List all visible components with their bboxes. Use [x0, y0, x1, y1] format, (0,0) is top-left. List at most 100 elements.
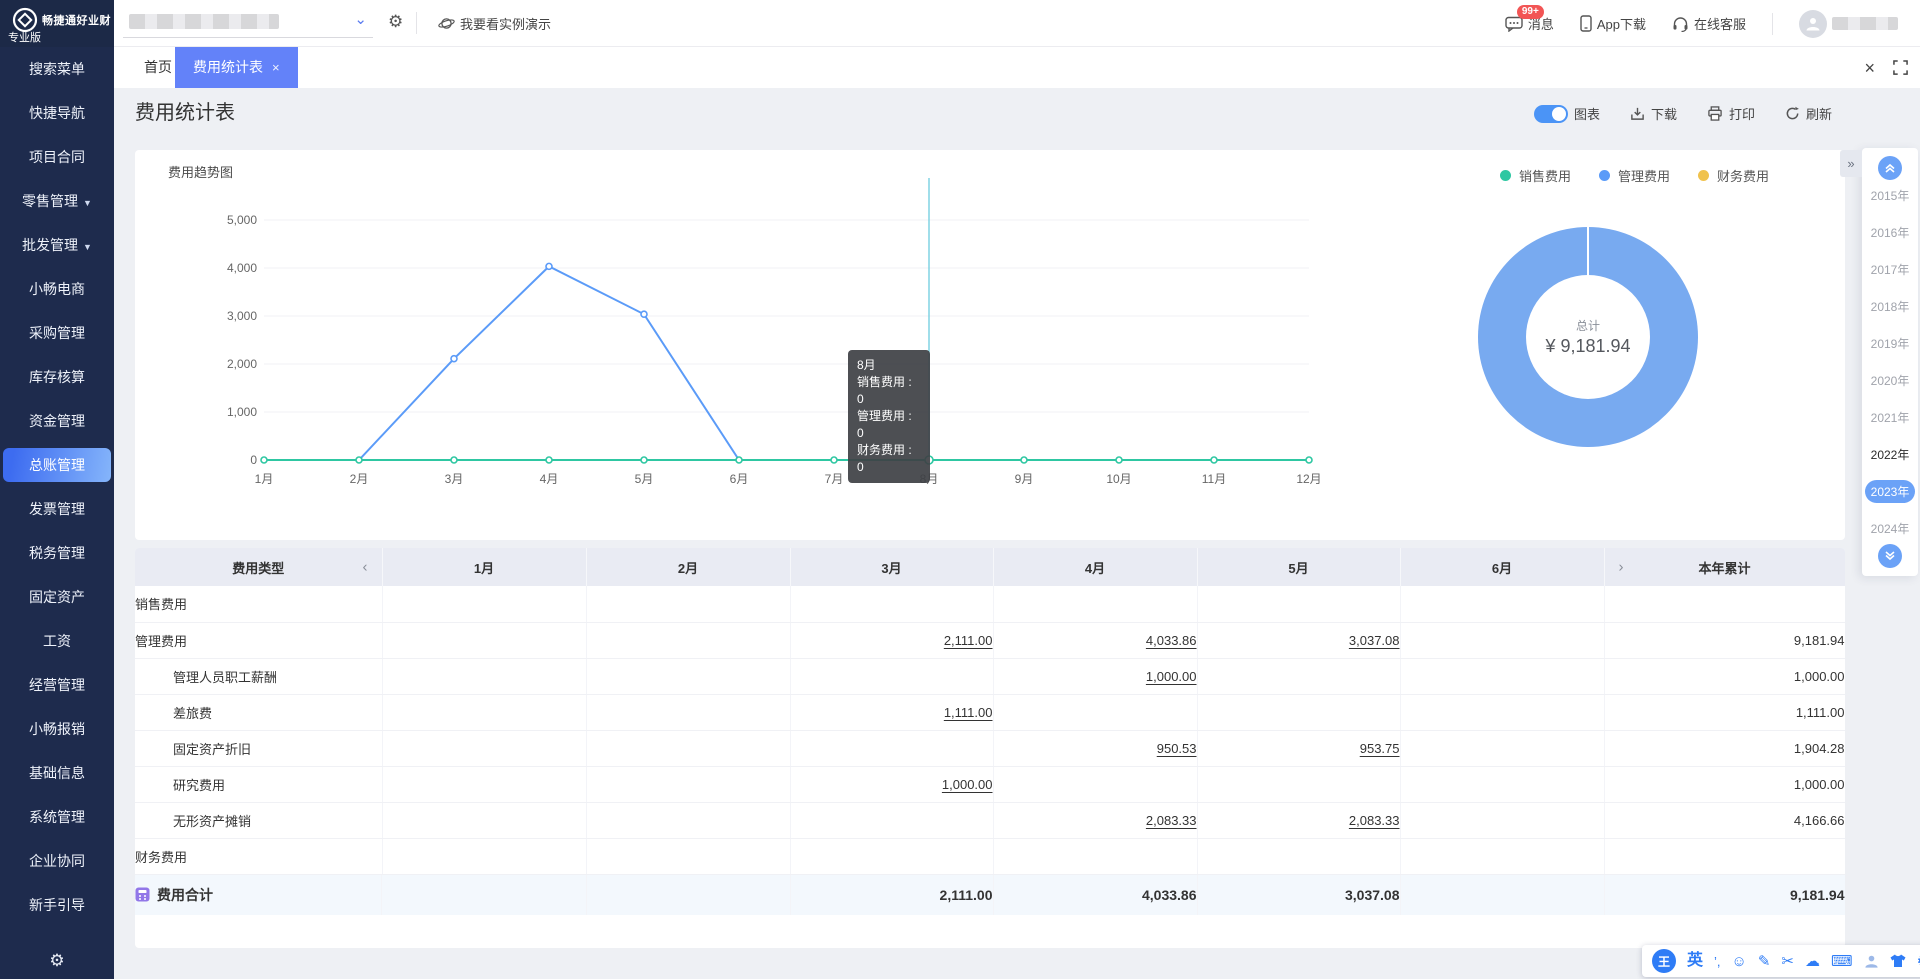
fullscreen-icon[interactable]: [1893, 60, 1908, 75]
sidebar-item-2[interactable]: 快捷导航: [0, 91, 114, 135]
sidebar-item-11[interactable]: 发票管理: [0, 487, 114, 531]
value-cell: [1400, 874, 1605, 915]
download-button[interactable]: 下载: [1630, 104, 1677, 123]
ime-language-toggle[interactable]: 英: [1687, 953, 1703, 969]
year-panel-collapse-button[interactable]: »: [1840, 150, 1862, 177]
sidebar-item-5[interactable]: 批发管理 ▼: [0, 223, 114, 267]
sidebar-item-12[interactable]: 税务管理: [0, 531, 114, 575]
toggle-knob: [1551, 106, 1566, 121]
tab-close-icon[interactable]: ×: [272, 60, 280, 75]
online-service-button[interactable]: 在线客服: [1672, 14, 1746, 33]
ime-emoji-icon[interactable]: ☺: [1732, 954, 1747, 969]
year-option-2018年[interactable]: 2018年: [1865, 295, 1916, 318]
year-option-2017年[interactable]: 2017年: [1865, 258, 1916, 281]
column-header-label: 3月: [881, 560, 902, 576]
value-cell: [382, 586, 587, 623]
sidebar-item-3[interactable]: 项目合同: [0, 135, 114, 179]
value-cell: [586, 694, 791, 731]
sidebar-item-8[interactable]: 库存核算: [0, 355, 114, 399]
download-icon: [1631, 107, 1644, 120]
print-label: 打印: [1728, 107, 1755, 122]
tab-expense-statistics[interactable]: 费用统计表 ×: [175, 47, 298, 88]
year-option-2021年[interactable]: 2021年: [1865, 406, 1916, 429]
sidebar-item-20[interactable]: 新手引导: [0, 883, 114, 927]
drill-down-link[interactable]: 1,000.00: [1146, 669, 1197, 684]
ime-punctuation-icon[interactable]: ’,: [1714, 955, 1721, 968]
ime-settings-icon[interactable]: ⚙: [1917, 954, 1920, 969]
drill-down-link[interactable]: 953.75: [1360, 741, 1400, 756]
drill-down-link[interactable]: 1,111.00: [944, 705, 993, 720]
prev-months-arrow-icon[interactable]: ‹: [363, 560, 368, 575]
drill-down-link[interactable]: 950.53: [1157, 741, 1197, 756]
value-cell: [993, 586, 1198, 623]
ime-account-icon[interactable]: [1864, 954, 1879, 969]
drill-down-link[interactable]: 2,083.33: [1146, 813, 1197, 828]
drill-down-link[interactable]: 4,033.86: [1146, 633, 1197, 648]
ime-keyboard-icon[interactable]: ⌨: [1831, 954, 1853, 969]
table-row-费用合计: 费用合计 2,111.00 4,033.86 3,037.08 9,181.94: [135, 874, 1845, 915]
user-account[interactable]: [1799, 9, 1898, 38]
year-option-2020年[interactable]: 2020年: [1865, 369, 1916, 392]
sidebar-item-4[interactable]: 零售管理 ▼: [0, 179, 114, 223]
drill-down-link[interactable]: 2,111.00: [944, 633, 993, 648]
settings-gear-icon[interactable]: ⚙: [388, 12, 403, 32]
demo-link[interactable]: 我要看实例演示: [438, 14, 551, 33]
expense-type-label: 费用合计: [157, 886, 213, 903]
value-cell: [1197, 838, 1401, 875]
ime-handwriting-icon[interactable]: ✎: [1758, 954, 1771, 969]
company-selector[interactable]: ⌄: [123, 8, 373, 38]
year-option-2023年[interactable]: 2023年: [1864, 480, 1916, 503]
chart-toggle[interactable]: [1533, 104, 1568, 123]
value-cell: 2,111.00: [790, 622, 994, 659]
value-cell: [1197, 586, 1401, 623]
sidebar-item-10[interactable]: 总账管理: [0, 443, 114, 487]
sidebar-item-7[interactable]: 采购管理: [0, 311, 114, 355]
year-option-2015年[interactable]: 2015年: [1865, 184, 1916, 207]
years-scroll-up-button[interactable]: [1878, 156, 1902, 180]
value-cell: 1,111.00: [1604, 694, 1845, 731]
sidebar-gear-icon[interactable]: ⚙: [0, 951, 114, 971]
year-option-2022年[interactable]: 2022年: [1865, 443, 1916, 466]
phone-icon: [1580, 15, 1592, 32]
ime-clipboard-icon[interactable]: ✂: [1781, 954, 1794, 969]
value-text: 1,000.00: [1793, 668, 1845, 684]
divider: [416, 12, 417, 34]
sidebar-item-17[interactable]: 基础信息: [0, 751, 114, 795]
expense-type-label: 固定资产折旧: [173, 741, 252, 757]
value-text: 3,037.08: [1345, 886, 1400, 903]
sidebar-item-label: 资金管理: [29, 413, 85, 429]
ime-skin-icon[interactable]: [1890, 954, 1906, 968]
value-cell: [382, 802, 587, 839]
drill-down-link[interactable]: 2,083.33: [1349, 813, 1400, 828]
year-option-2016年[interactable]: 2016年: [1865, 221, 1916, 244]
year-option-2019年[interactable]: 2019年: [1865, 332, 1916, 355]
ime-cloud-icon[interactable]: ☁: [1805, 954, 1820, 969]
sidebar-item-1[interactable]: 搜索菜单: [0, 47, 114, 91]
sidebar-item-19[interactable]: 企业协同: [0, 839, 114, 883]
refresh-button[interactable]: 刷新: [1785, 104, 1832, 123]
drill-down-link[interactable]: 1,000.00: [942, 777, 993, 792]
value-cell: [1400, 622, 1605, 659]
sidebar-item-6[interactable]: 小畅电商: [0, 267, 114, 311]
sidebar-item-18[interactable]: 系统管理: [0, 795, 114, 839]
close-all-icon[interactable]: ×: [1864, 59, 1875, 77]
double-chevron-up-icon: [1885, 163, 1895, 173]
sidebar-item-9[interactable]: 资金管理: [0, 399, 114, 443]
drill-down-link[interactable]: 3,037.08: [1349, 633, 1400, 648]
data-point: [1020, 456, 1028, 464]
ime-logo[interactable]: 王: [1652, 949, 1676, 973]
years-scroll-down-button[interactable]: [1878, 544, 1902, 568]
print-button[interactable]: 打印: [1707, 104, 1755, 123]
year-option-2024年[interactable]: 2024年: [1865, 517, 1916, 540]
double-chevron-down-icon: [1885, 551, 1895, 561]
sidebar-item-label: 项目合同: [29, 149, 85, 165]
app-download-button[interactable]: App下载: [1580, 14, 1646, 33]
sidebar-item-14[interactable]: 工资: [0, 619, 114, 663]
sidebar-item-16[interactable]: 小畅报销: [0, 707, 114, 751]
donut-center-value: ¥ 9,181.94: [1545, 336, 1631, 356]
next-months-arrow-icon[interactable]: ›: [1619, 560, 1624, 575]
table-row-管理人员职工薪酬: 管理人员职工薪酬 1,000.00 1,000.00: [135, 658, 1845, 695]
messages-button[interactable]: 消息 99+: [1505, 5, 1554, 33]
sidebar-item-13[interactable]: 固定资产: [0, 575, 114, 619]
sidebar-item-15[interactable]: 经营管理: [0, 663, 114, 707]
